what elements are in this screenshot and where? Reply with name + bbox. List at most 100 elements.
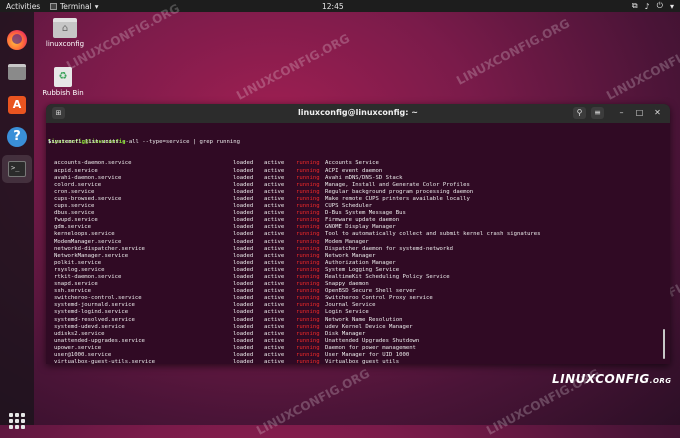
service-description: Journal Service bbox=[325, 302, 376, 309]
activities-button[interactable]: Activities bbox=[6, 2, 40, 11]
service-sub-state: running bbox=[296, 344, 320, 351]
service-active-state: active bbox=[264, 273, 285, 280]
clock[interactable]: 12:45 bbox=[322, 2, 344, 11]
service-active-state: active bbox=[264, 288, 285, 295]
linuxconfig-logo: LINUXCONFIG.ORG bbox=[552, 372, 672, 386]
service-active-state: active bbox=[264, 217, 285, 224]
service-unit-name: rsyslog.service bbox=[54, 266, 105, 273]
dock-files[interactable] bbox=[5, 60, 29, 84]
service-row: dbus.service loaded active running D-Bus Sys… bbox=[48, 210, 662, 217]
dock-software[interactable]: A bbox=[5, 93, 29, 117]
service-load-state: loaded bbox=[233, 344, 254, 351]
service-unit-name: ModemManager.service bbox=[54, 238, 122, 245]
hamburger-menu-icon[interactable]: ≡ bbox=[591, 107, 604, 119]
service-unit-name: upower.service bbox=[54, 344, 102, 351]
terminal-titlebar[interactable]: ⊞ linuxconfig@linuxconfig: ~ ⚲ ≡ – □ ✕ bbox=[46, 104, 670, 123]
desktop-home-folder[interactable]: linuxconfig bbox=[40, 18, 90, 48]
service-active-state: active bbox=[264, 181, 285, 188]
service-description: Avahi mDNS/DNS-SD Stack bbox=[325, 174, 403, 181]
service-active-state: active bbox=[264, 316, 285, 323]
dock: A ? >_ bbox=[0, 12, 34, 429]
service-description: Network Manager bbox=[325, 252, 376, 259]
system-tray[interactable]: ⧉ ♪ ⏻ ▾ bbox=[632, 1, 674, 11]
service-unit-name: fwupd.service bbox=[54, 217, 98, 224]
service-description: Dispatcher daemon for systemd-networkd bbox=[325, 245, 453, 252]
show-applications-button[interactable] bbox=[5, 409, 29, 433]
minimize-icon[interactable]: – bbox=[615, 107, 628, 119]
terminal-window[interactable]: ⊞ linuxconfig@linuxconfig: ~ ⚲ ≡ – □ ✕ l… bbox=[46, 104, 670, 364]
search-icon[interactable]: ⚲ bbox=[573, 107, 586, 119]
service-description: Snappy daemon bbox=[325, 281, 369, 288]
service-sub-state: running bbox=[296, 316, 320, 323]
service-active-state: active bbox=[264, 295, 285, 302]
service-load-state: loaded bbox=[233, 217, 254, 224]
service-description: Login Service bbox=[325, 309, 369, 316]
service-active-state: active bbox=[264, 203, 285, 210]
home-folder-icon bbox=[53, 18, 77, 38]
maximize-icon[interactable]: □ bbox=[633, 107, 646, 119]
service-active-state: active bbox=[264, 245, 285, 252]
terminal-icon: >_ bbox=[8, 161, 26, 177]
service-unit-name: rtkit-daemon.service bbox=[54, 273, 122, 280]
close-icon[interactable]: ✕ bbox=[651, 107, 664, 119]
service-active-state: active bbox=[264, 188, 285, 195]
watermark: LINUXCONFIG.ORG bbox=[604, 31, 680, 103]
app-menu-chevron-icon: ▾ bbox=[94, 1, 99, 11]
terminal-output[interactable]: linuxconfig@linuxconfig: ~ $ systemctl lis… bbox=[48, 125, 662, 364]
service-sub-state: running bbox=[296, 259, 320, 266]
service-row: fwupd.service loaded active running Firmware… bbox=[48, 217, 662, 224]
service-load-state: loaded bbox=[233, 323, 254, 330]
service-row: avahi-daemon.service loaded active running A… bbox=[48, 175, 662, 182]
service-description: User Manager for UID 1000 bbox=[325, 352, 410, 358]
service-unit-name: user@1000.service bbox=[54, 352, 112, 358]
service-active-state: active bbox=[264, 266, 285, 273]
service-description: Firmware update daemon bbox=[325, 217, 400, 224]
service-active-state: active bbox=[264, 160, 285, 167]
service-row: acpid.service loaded active running ACPI eve… bbox=[48, 168, 662, 175]
dock-firefox[interactable] bbox=[5, 28, 29, 52]
service-description: RealtimeKit Scheduling Policy Service bbox=[325, 273, 450, 280]
service-sub-state: running bbox=[296, 245, 320, 252]
service-row: networkd-dispatcher.service loaded active r… bbox=[48, 246, 662, 253]
service-active-state: active bbox=[264, 323, 285, 330]
service-sub-state: running bbox=[296, 224, 320, 231]
top-bar: Activities Terminal ▾ 12:45 ⧉ ♪ ⏻ ▾ bbox=[0, 0, 680, 12]
service-description: CUPS Scheduler bbox=[325, 203, 373, 210]
dock-help[interactable]: ? bbox=[5, 125, 29, 149]
service-load-state: loaded bbox=[233, 181, 254, 188]
terminal-scrollbar[interactable] bbox=[663, 329, 665, 359]
desktop-rubbish-bin[interactable]: ♻ Rubbish Bin bbox=[38, 67, 88, 97]
service-active-state: active bbox=[264, 252, 285, 259]
service-description: Manage, Install and Generate Color Profi… bbox=[325, 181, 470, 188]
service-load-state: loaded bbox=[233, 231, 254, 238]
service-row: systemd-logind.service loaded active runnin… bbox=[48, 309, 662, 316]
app-menu[interactable]: Terminal ▾ bbox=[50, 2, 98, 11]
software-store-icon: A bbox=[8, 96, 26, 114]
service-row: cups.service loaded active running CUPS Sche… bbox=[48, 203, 662, 210]
service-sub-state: running bbox=[296, 210, 320, 217]
service-active-state: active bbox=[264, 167, 285, 174]
service-sub-state: running bbox=[296, 181, 320, 188]
service-unit-name: systemd-journald.service bbox=[54, 302, 135, 309]
service-load-state: loaded bbox=[233, 273, 254, 280]
service-load-state: loaded bbox=[233, 238, 254, 245]
service-row: colord.service loaded active running Manage,… bbox=[48, 182, 662, 189]
logo-suffix: .ORG bbox=[649, 377, 672, 385]
service-sub-state: running bbox=[296, 309, 320, 316]
service-unit-name: systemd-logind.service bbox=[54, 309, 129, 316]
service-row: gdm.service loaded active running GNOME Disp… bbox=[48, 224, 662, 231]
service-active-state: active bbox=[264, 337, 285, 344]
service-active-state: active bbox=[264, 330, 285, 337]
service-description: GNOME Display Manager bbox=[325, 224, 396, 231]
service-load-state: loaded bbox=[233, 281, 254, 288]
service-row: virtualbox-guest-utils.service loaded acti… bbox=[48, 359, 662, 364]
service-row: rtkit-daemon.service loaded active running R… bbox=[48, 274, 662, 281]
dock-terminal[interactable]: >_ bbox=[2, 155, 32, 183]
service-description: Tool to automatically collect and submit… bbox=[325, 231, 541, 238]
logo-main: LINUXCONFIG bbox=[552, 372, 650, 386]
app-grid-icon bbox=[9, 413, 25, 429]
service-active-state: active bbox=[264, 344, 285, 351]
service-description: Disk Manager bbox=[325, 330, 366, 337]
home-folder-label: linuxconfig bbox=[45, 40, 85, 48]
service-row: udisks2.service loaded active running Disk M… bbox=[48, 331, 662, 338]
